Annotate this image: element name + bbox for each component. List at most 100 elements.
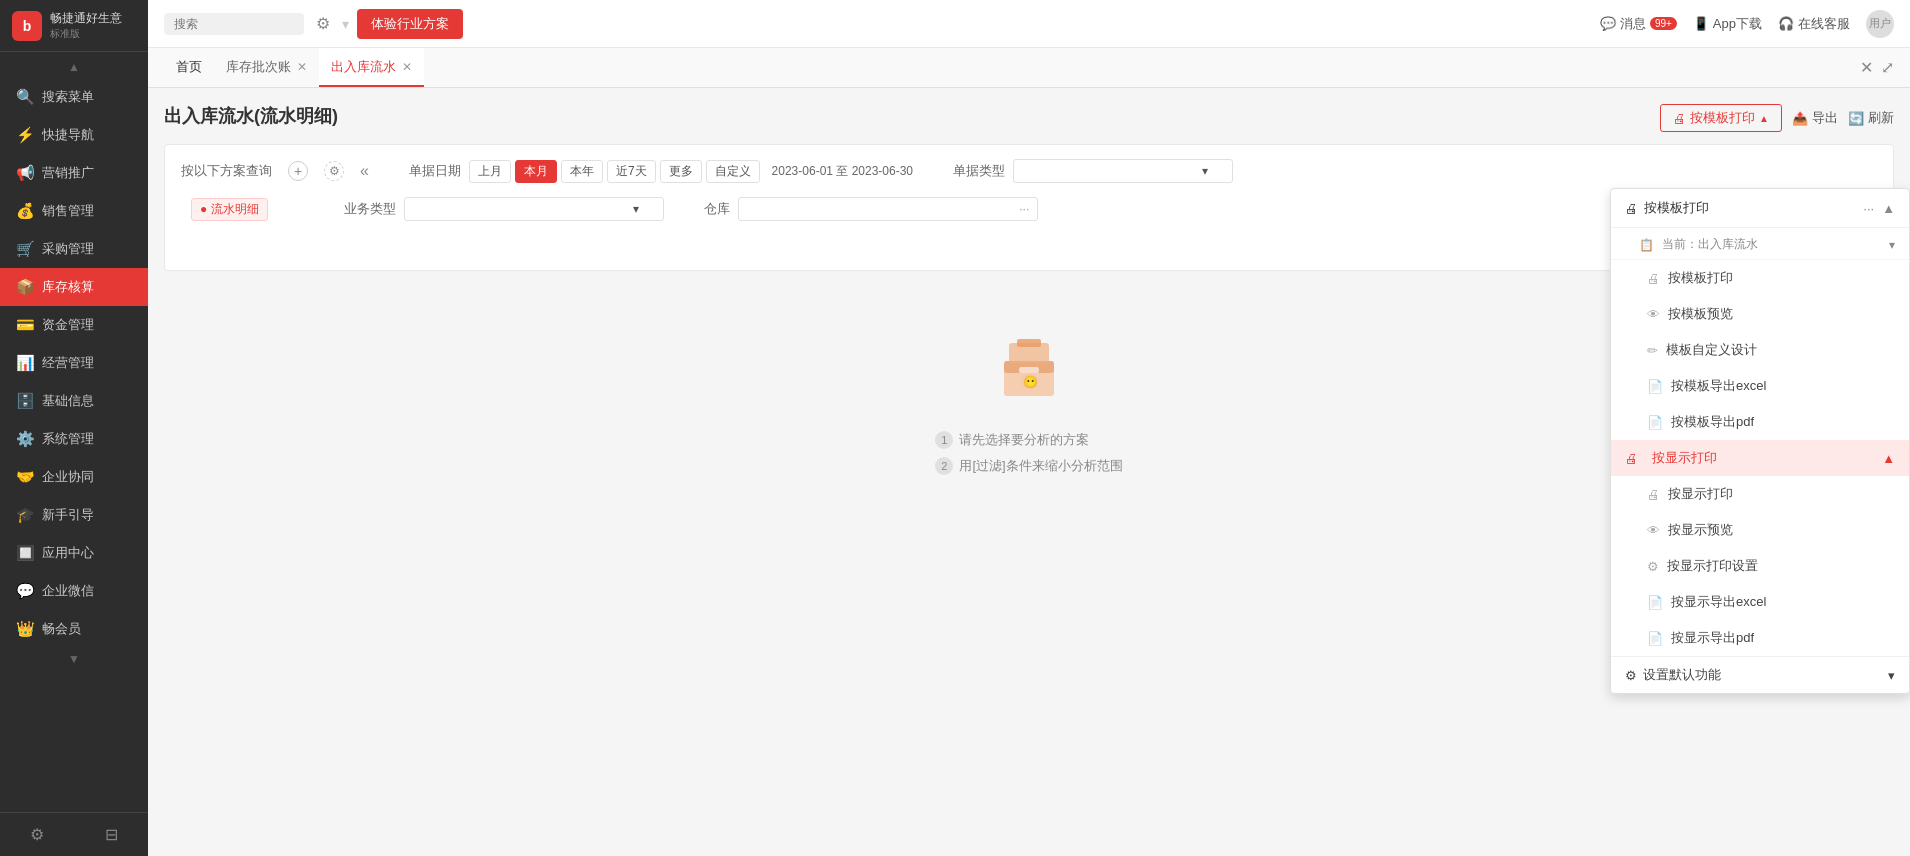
filter-add-btn[interactable]: +: [288, 161, 308, 181]
operations-icon: 📊: [16, 354, 34, 372]
export-btn[interactable]: 📤 导出: [1792, 109, 1838, 127]
filter-row-top: 按以下方案查询 + ⚙ « 单据日期 上月 本月 本年 近7天 更多 自定义: [181, 159, 1877, 183]
sales-icon: 💰: [16, 202, 34, 220]
dropdown-display-preview[interactable]: 👁 按显示预览: [1611, 512, 1909, 548]
content-area: 出入库流水(流水明细) 🖨 按模板打印 ▲ 📤 导出 🔄 刷新 按以下方案查询 …: [148, 88, 1910, 856]
tab-batch[interactable]: 库存批次账 ✕: [214, 48, 319, 87]
footer-expand-icon: ▾: [1888, 668, 1895, 683]
date-btn-custom[interactable]: 自定义: [706, 160, 760, 183]
dropdown-display-excel[interactable]: 📄 按显示导出excel: [1611, 584, 1909, 620]
collab-icon: 🤝: [16, 468, 34, 486]
date-buttons: 上月 本月 本年 近7天 更多 自定义: [469, 160, 760, 183]
dropdown-footer[interactable]: ⚙ 设置默认功能 ▾: [1611, 656, 1909, 693]
sidebar-item-collab[interactable]: 🤝 企业协同: [0, 458, 148, 496]
current-expand-icon[interactable]: ▾: [1889, 238, 1895, 252]
display-pdf-icon: 📄: [1647, 631, 1663, 646]
date-btn-this-month[interactable]: 本月: [515, 160, 557, 183]
trial-btn[interactable]: 体验行业方案: [357, 9, 463, 39]
template-preview-icon: 👁: [1647, 307, 1660, 322]
main-area: ⚙ ▾ 体验行业方案 💬 消息 99+ 📱 App下载 🎧 在线客服 用户: [148, 0, 1910, 856]
filter-settings-btn[interactable]: ⚙: [324, 161, 344, 181]
close-all-tabs-icon[interactable]: ✕: [1860, 58, 1873, 77]
date-btn-last-month[interactable]: 上月: [469, 160, 511, 183]
sidebar-item-search[interactable]: 🔍 搜索菜单: [0, 78, 148, 116]
tab-flow[interactable]: 出入库流水 ✕: [319, 48, 424, 87]
filter-collapse-btn[interactable]: «: [360, 162, 369, 180]
sidebar-item-vip[interactable]: 👑 畅会员: [0, 610, 148, 648]
dropdown-template-preview[interactable]: 👁 按模板预览: [1611, 296, 1909, 332]
business-type-select[interactable]: ▾: [404, 197, 664, 221]
tab-batch-close[interactable]: ✕: [297, 60, 307, 74]
more-options-icon[interactable]: ···: [1863, 201, 1874, 216]
dropdown-current: 📋 当前：出入库流水 ▾: [1611, 228, 1909, 260]
inventory-icon: 📦: [16, 278, 34, 296]
sidebar-item-guide[interactable]: 🎓 新手引导: [0, 496, 148, 534]
expand-icon[interactable]: ⤢: [1881, 58, 1894, 77]
sidebar-item-inventory[interactable]: 📦 库存核算: [0, 268, 148, 306]
sidebar-item-operations[interactable]: 📊 经营管理: [0, 344, 148, 382]
dropdown-template-pdf[interactable]: 📄 按模板导出pdf: [1611, 404, 1909, 440]
sidebar-item-system[interactable]: ⚙️ 系统管理: [0, 420, 148, 458]
dropdown-display-pdf[interactable]: 📄 按显示导出pdf: [1611, 620, 1909, 656]
display-print-icon: 🖨: [1647, 487, 1660, 502]
date-filter-group: 单据日期 上月 本月 本年 近7天 更多 自定义 2023-06-01 至 20…: [409, 160, 913, 183]
sidebar-item-quicknav[interactable]: ⚡ 快捷导航: [0, 116, 148, 154]
empty-tip-1: 1 请先选择要分析的方案: [935, 427, 1122, 453]
tab-home[interactable]: 首页: [164, 48, 214, 87]
online-service-btn[interactable]: 🎧 在线客服: [1778, 15, 1850, 33]
guide-icon: 🎓: [16, 506, 34, 524]
template-custom-icon: ✏: [1647, 343, 1658, 358]
purchase-icon: 🛒: [16, 240, 34, 258]
date-btn-more[interactable]: 更多: [660, 160, 702, 183]
footer-settings-icon: ⚙: [1625, 668, 1637, 683]
sidebar-scroll-up[interactable]: ▲: [0, 56, 148, 78]
sidebar-toggle-btn[interactable]: ⊟: [97, 821, 126, 848]
dropdown-display-section[interactable]: 🖨 按显示打印 ▲: [1611, 440, 1909, 476]
sidebar-item-purchase[interactable]: 🛒 采购管理: [0, 230, 148, 268]
page-toolbar: 🖨 按模板打印 ▲ 📤 导出 🔄 刷新: [1660, 104, 1894, 132]
system-icon: ⚙️: [16, 430, 34, 448]
business-type-label: 业务类型: [344, 200, 396, 218]
active-filter-tag[interactable]: ● 流水明细: [191, 198, 268, 221]
topbar-gear-icon[interactable]: ⚙: [312, 14, 334, 33]
dropdown-template-excel[interactable]: 📄 按模板导出excel: [1611, 368, 1909, 404]
template-print-icon: 🖨: [1647, 271, 1660, 286]
business-type-group: 业务类型 ▾: [344, 197, 664, 221]
current-icon: 📋: [1639, 238, 1654, 252]
empty-tip-2: 2 用[过滤]条件来缩小分析范围: [935, 453, 1122, 479]
dropdown-template-print[interactable]: 🖨 按模板打印: [1611, 260, 1909, 296]
sidebar-item-wechat[interactable]: 💬 企业微信: [0, 572, 148, 610]
date-btn-this-year[interactable]: 本年: [561, 160, 603, 183]
sidebar-item-marketing[interactable]: 📢 营销推广: [0, 154, 148, 192]
tip2-num: 2: [935, 457, 953, 475]
date-btn-last7[interactable]: 近7天: [607, 160, 656, 183]
dropdown-template-custom[interactable]: ✏ 模板自定义设计: [1611, 332, 1909, 368]
topbar-search-input[interactable]: [164, 13, 304, 35]
sidebar-item-sales[interactable]: 💰 销售管理: [0, 192, 148, 230]
warehouse-input[interactable]: ···: [738, 197, 1038, 221]
message-icon: 💬: [1600, 16, 1616, 31]
dropdown-display-print[interactable]: 🖨 按显示打印: [1611, 476, 1909, 512]
date-range-text: 2023-06-01 至 2023-06-30: [772, 163, 913, 180]
app-download-btn[interactable]: 📱 App下载: [1693, 15, 1762, 33]
user-avatar[interactable]: 用户: [1866, 10, 1894, 38]
dropdown-display-settings[interactable]: ⚙ 按显示打印设置: [1611, 548, 1909, 584]
search-icon: 🔍: [16, 88, 34, 106]
sidebar: b 畅捷通好生意 标准版 ▲ 🔍 搜索菜单 ⚡ 快捷导航 📢 营销推广 💰 销售…: [0, 0, 148, 856]
sidebar-item-finance[interactable]: 💳 资金管理: [0, 306, 148, 344]
doctype-select[interactable]: ▾: [1013, 159, 1233, 183]
tab-flow-close[interactable]: ✕: [402, 60, 412, 74]
sidebar-scroll-down[interactable]: ▼: [0, 648, 148, 670]
sidebar-settings-btn[interactable]: ⚙: [22, 821, 52, 848]
sidebar-item-appcenter[interactable]: 🔲 应用中心: [0, 534, 148, 572]
display-section-collapse-icon[interactable]: ▲: [1882, 451, 1895, 466]
date-label: 单据日期: [409, 162, 461, 180]
chevron-down-icon: ▾: [633, 202, 639, 216]
sidebar-item-basic[interactable]: 🗄️ 基础信息: [0, 382, 148, 420]
collapse-dropdown-icon[interactable]: ▲: [1882, 201, 1895, 216]
print-btn[interactable]: 🖨 按模板打印 ▲: [1660, 104, 1782, 132]
warehouse-group: 仓库 ···: [704, 197, 1038, 221]
message-btn[interactable]: 💬 消息 99+: [1600, 15, 1677, 33]
refresh-btn[interactable]: 🔄 刷新: [1848, 109, 1894, 127]
doctype-label: 单据类型: [953, 162, 1005, 180]
